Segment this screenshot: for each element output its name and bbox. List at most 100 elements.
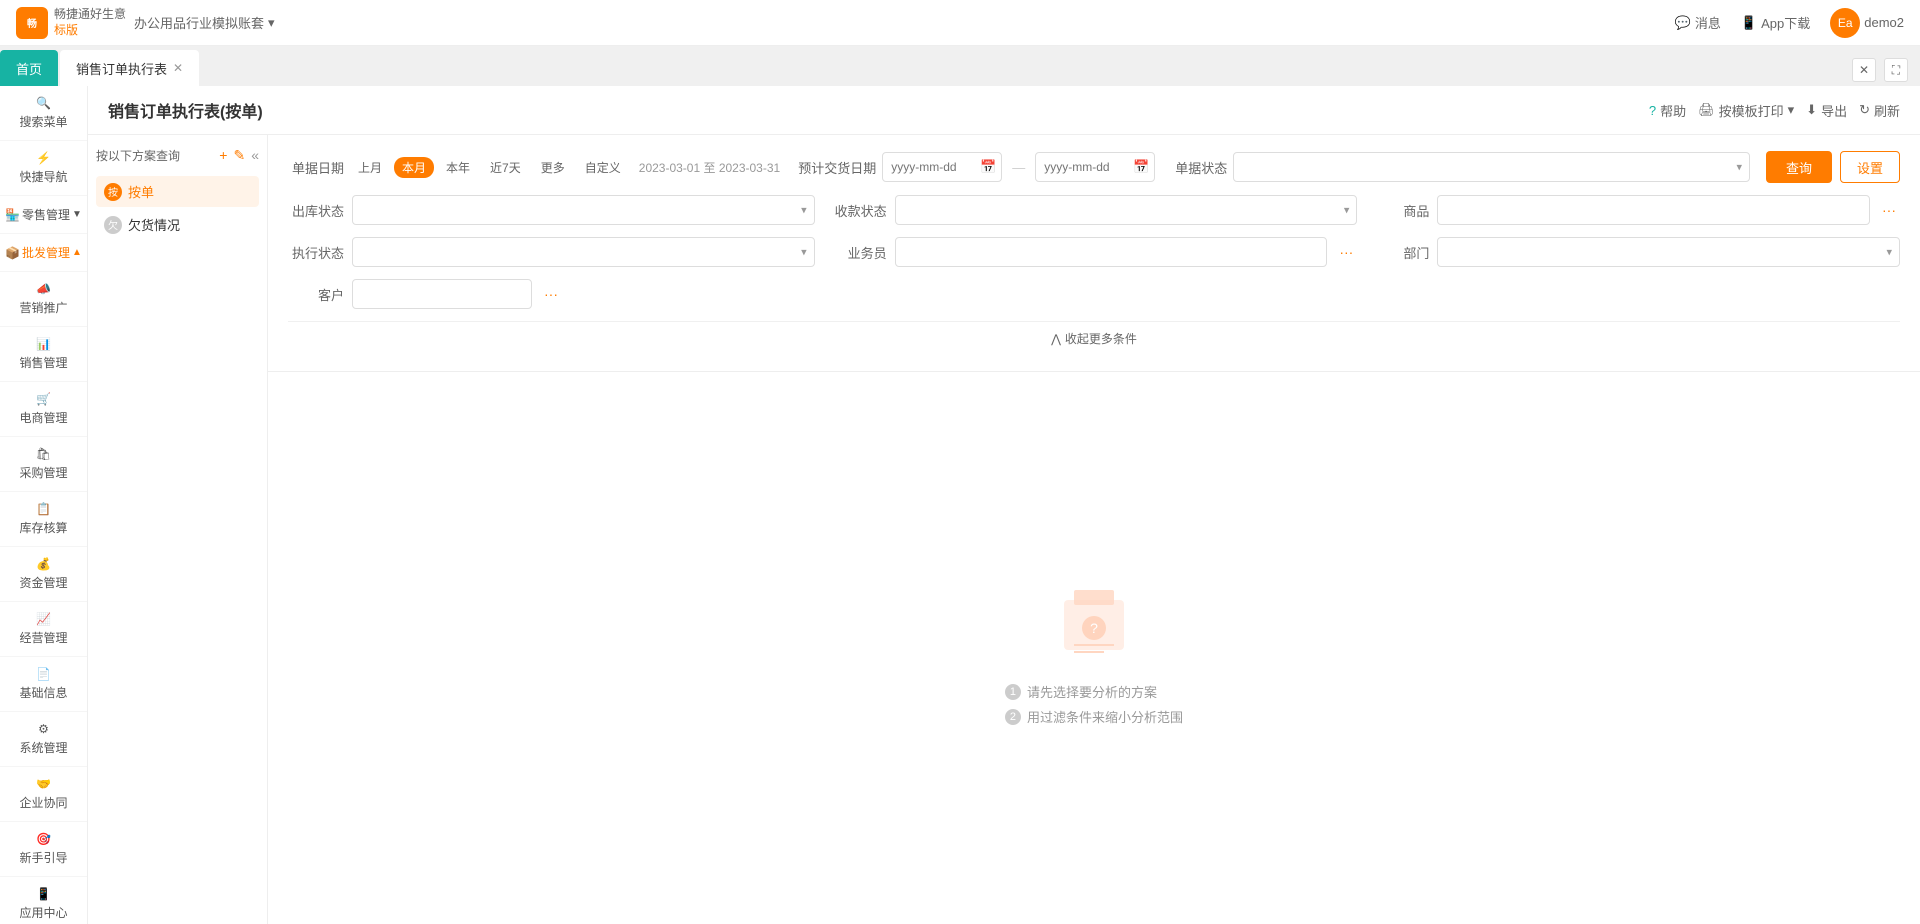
customer-input[interactable] xyxy=(352,279,532,309)
sidebar-item-enterprise[interactable]: 🤝 企业协同 xyxy=(0,767,87,822)
sidebar-item-finance[interactable]: 💰 资金管理 xyxy=(0,547,87,602)
sidebar-item-sales-mgmt[interactable]: 📊 销售管理 xyxy=(0,327,87,382)
settings-button[interactable]: 设置 xyxy=(1840,151,1900,183)
user-area[interactable]: Ea demo2 xyxy=(1830,8,1904,38)
sidebar-item-quick-nav[interactable]: ⚡ 快捷导航 xyxy=(0,141,87,196)
sidebar-item-new-guide[interactable]: 🎯 新手引导 xyxy=(0,822,87,877)
query-btn-group: 查询 设置 xyxy=(1766,151,1900,183)
inventory-icon: 📋 xyxy=(36,502,51,516)
tab-bar: 首页 销售订单执行表 ✕ ✕ ⛶ xyxy=(0,46,1920,86)
dept-label: 部门 xyxy=(1373,243,1429,262)
content-area: 销售订单执行表(按单) ? 帮助 🖨 按模板打印 ▾ ⬇ 导出 ↻ 刷新 xyxy=(88,86,1920,924)
app-download-label: App下载 xyxy=(1761,13,1810,32)
sidebar-label-enterprise: 企业协同 xyxy=(19,794,67,811)
date-tag-this-year[interactable]: 本年 xyxy=(438,157,478,178)
forecast-end-input[interactable] xyxy=(1035,152,1155,182)
plan-item-欠货[interactable]: 欠 欠货情况 xyxy=(96,209,259,240)
customer-more-icon[interactable]: ··· xyxy=(540,286,562,302)
salesperson-input[interactable] xyxy=(895,237,1328,267)
forecast-end-wrap: 📅 xyxy=(1035,152,1155,182)
sidebar-item-retail-mgmt[interactable]: 🏪 零售管理 ▼ xyxy=(0,196,87,234)
status-filter-group: 单据状态 xyxy=(1171,152,1750,182)
wholesale-mgmt-arrow-icon: ▲ xyxy=(72,247,82,258)
exec-status-select[interactable] xyxy=(352,237,815,267)
sidebar-label-app-center: 应用中心 xyxy=(19,904,67,921)
product-more-icon[interactable]: ··· xyxy=(1878,202,1900,218)
message-action[interactable]: 💬 消息 xyxy=(1675,13,1721,32)
plan-label-欠货: 欠货情况 xyxy=(128,215,180,234)
right-content: 单据日期 上月 本月 本年 近7天 更多 自定义 2023-03-01 至 20… xyxy=(268,135,1920,924)
date-tag-custom[interactable]: 自定义 xyxy=(577,157,629,178)
out-stock-select[interactable] xyxy=(352,195,815,225)
tab-home[interactable]: 首页 xyxy=(0,50,58,86)
sidebar-label-operations: 经营管理 xyxy=(19,629,67,646)
product-input[interactable] xyxy=(1437,195,1870,225)
collect-select[interactable] xyxy=(895,195,1358,225)
dept-group: 部门 xyxy=(1373,237,1900,267)
forecast-start-input[interactable] xyxy=(882,152,1002,182)
date-tag-last-month[interactable]: 上月 xyxy=(350,157,390,178)
sidebar-item-wholesale-mgmt[interactable]: 📦 批发管理 ▲ xyxy=(0,234,87,272)
tab-maximize-btn[interactable]: ⛶ xyxy=(1884,58,1908,82)
collect-group: 收款状态 xyxy=(831,195,1358,225)
filter-row-4: 客户 ··· xyxy=(288,279,1900,309)
dept-select[interactable] xyxy=(1437,237,1900,267)
retail-mgmt-arrow-icon: ▼ xyxy=(72,209,82,220)
plan-item-按单[interactable]: 按 按单 xyxy=(96,176,259,207)
app-center-icon: 📱 xyxy=(36,887,51,901)
empty-tip-1: 1 请先选择要分析的方案 xyxy=(1005,682,1183,701)
print-label: 按模板打印 xyxy=(1719,101,1784,120)
refresh-btn[interactable]: ↻ 刷新 xyxy=(1859,101,1900,120)
date-tag-this-month[interactable]: 本月 xyxy=(394,157,434,178)
collapse-arrow-icon: ⋀ xyxy=(1051,332,1061,346)
print-icon: 🖨 xyxy=(1698,102,1715,118)
collapse-panel-icon[interactable]: « xyxy=(251,147,259,164)
empty-state: ? 1 请先选择要分析的方案 2 用过滤条件来缩小分析范围 xyxy=(268,372,1920,924)
exec-status-label: 执行状态 xyxy=(288,243,344,262)
export-btn[interactable]: ⬇ 导出 xyxy=(1806,101,1847,120)
sidebar-label-retail-mgmt: 零售管理 xyxy=(22,206,70,223)
help-btn[interactable]: ? 帮助 xyxy=(1649,101,1686,120)
tab-close-icon[interactable]: ✕ xyxy=(173,61,183,75)
new-guide-icon: 🎯 xyxy=(36,832,51,846)
sidebar-item-search-menu[interactable]: 🔍 搜索菜单 xyxy=(0,86,87,141)
sidebar-item-inventory[interactable]: 📋 库存核算 xyxy=(0,492,87,547)
refresh-icon: ↻ xyxy=(1859,102,1870,118)
collect-select-wrap xyxy=(895,195,1358,225)
date-tag-last-7[interactable]: 近7天 xyxy=(482,157,529,178)
collapse-bar[interactable]: ⋀ 收起更多条件 xyxy=(288,321,1900,355)
exec-status-select-wrap xyxy=(352,237,815,267)
out-stock-select-wrap xyxy=(352,195,815,225)
app-download-action[interactable]: 📱 App下载 xyxy=(1741,13,1810,32)
sidebar-item-operations[interactable]: 📈 经营管理 xyxy=(0,602,87,657)
edit-plan-icon[interactable]: ✎ xyxy=(233,147,245,164)
date-tag-more[interactable]: 更多 xyxy=(533,157,573,178)
logo-area[interactable]: 畅 畅捷通好生意 标版 xyxy=(16,7,126,39)
status-label: 单据状态 xyxy=(1171,158,1227,177)
basic-info-icon: 📄 xyxy=(36,667,51,681)
status-select[interactable] xyxy=(1233,152,1750,182)
collect-label: 收款状态 xyxy=(831,201,887,220)
retail-mgmt-icon: 🏪 xyxy=(5,208,20,222)
sidebar-item-ecommerce[interactable]: 🛒 电商管理 xyxy=(0,382,87,437)
add-plan-icon[interactable]: + xyxy=(219,147,227,164)
system-mgmt-icon: ⚙ xyxy=(38,722,49,736)
query-button[interactable]: 查询 xyxy=(1766,151,1832,183)
tab-sales-exec[interactable]: 销售订单执行表 ✕ xyxy=(60,50,199,86)
sidebar-item-app-center[interactable]: 📱 应用中心 xyxy=(0,877,87,924)
salesperson-more-icon[interactable]: ··· xyxy=(1335,244,1357,260)
tab-close-btn[interactable]: ✕ xyxy=(1852,58,1876,82)
sidebar-item-marketing[interactable]: 📣 营销推广 xyxy=(0,272,87,327)
ecommerce-icon: 🛒 xyxy=(36,392,51,406)
header-left: 畅 畅捷通好生意 标版 办公用品行业模拟账套 ▾ xyxy=(16,7,275,39)
tip-number-1: 1 xyxy=(1005,684,1021,700)
sidebar-item-system-mgmt[interactable]: ⚙ 系统管理 xyxy=(0,712,87,767)
sidebar-item-purchase-mgmt[interactable]: 🛍 采购管理 xyxy=(0,437,87,492)
sidebar-item-basic-info[interactable]: 📄 基础信息 xyxy=(0,657,87,712)
customer-label: 客户 xyxy=(288,285,344,304)
print-btn[interactable]: 🖨 按模板打印 ▾ xyxy=(1698,101,1794,120)
avatar: Ea xyxy=(1830,8,1860,38)
breadcrumb-arrow-icon[interactable]: ▾ xyxy=(268,15,275,31)
help-label: 帮助 xyxy=(1660,101,1686,120)
plan-icon-按单: 按 xyxy=(104,183,122,201)
